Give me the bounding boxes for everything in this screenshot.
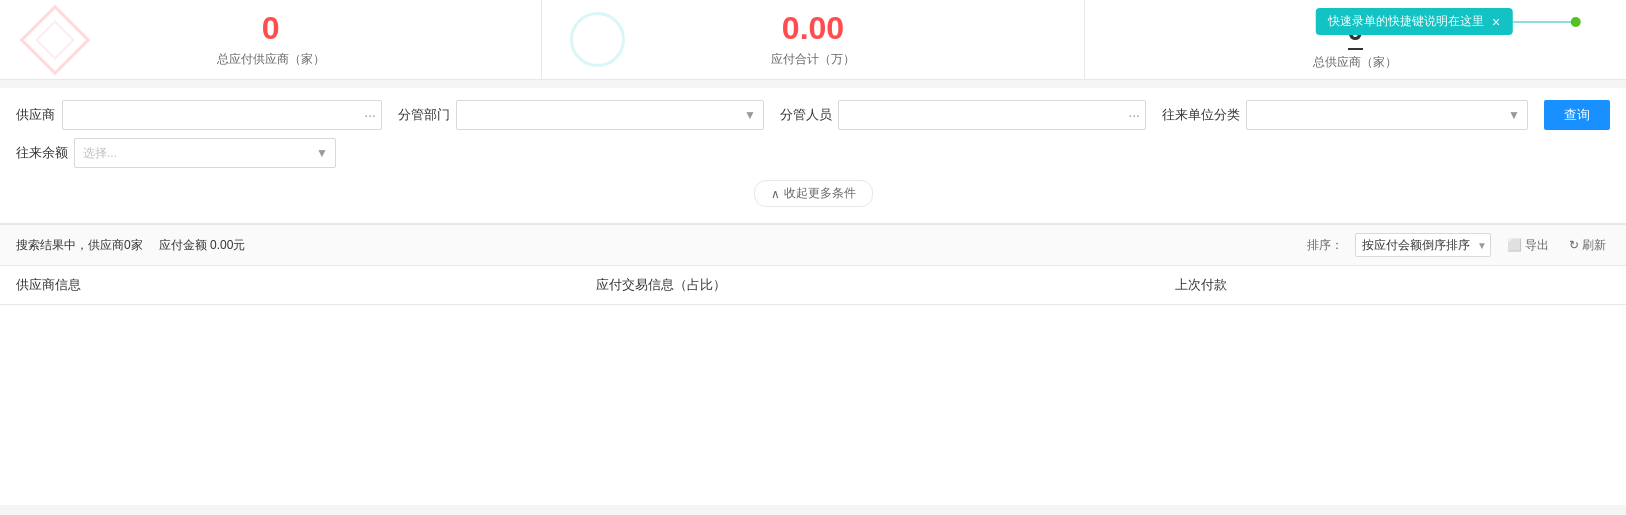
balance-label: 往来余额 <box>16 144 68 162</box>
table-body <box>0 305 1626 505</box>
balance-select-wrap: 选择... ▼ <box>74 138 336 168</box>
col-header-last-payment: 上次付款 <box>1175 276 1610 294</box>
export-icon: ⬜ <box>1507 238 1522 252</box>
dept-select[interactable] <box>456 100 764 130</box>
collapse-label: 收起更多条件 <box>784 185 856 202</box>
results-info-1: 搜索结果中，供应商0家 <box>16 237 143 254</box>
collapse-button[interactable]: ∧ 收起更多条件 <box>754 180 873 207</box>
balance-field: 往来余额 选择... ▼ <box>16 138 336 168</box>
search-row-1: 供应商 ··· 分管部门 ▼ 分管人员 ··· <box>16 100 1610 130</box>
supplier-input[interactable] <box>62 100 382 130</box>
refresh-button[interactable]: ↻ 刷新 <box>1565 235 1610 256</box>
unit-select[interactable] <box>1246 100 1528 130</box>
sort-select[interactable]: 按应付会额倒序排序 <box>1355 233 1491 257</box>
person-ellipsis-btn[interactable]: ··· <box>1128 107 1140 123</box>
stats-bar: 0 总应付供应商（家） 0.00 应付合计（万） 快速录单的快捷键说明在这里 ×… <box>0 0 1626 80</box>
search-row-2: 往来余额 选择... ▼ <box>16 138 336 168</box>
balance-select[interactable]: 选择... <box>74 138 336 168</box>
stat-payable-total: 0.00 应付合计（万） <box>542 0 1084 79</box>
collapse-icon: ∧ <box>771 187 780 201</box>
results-info: 搜索结果中，供应商0家 应付金额 0.00元 <box>16 237 245 254</box>
refresh-label: 刷新 <box>1582 237 1606 254</box>
refresh-icon: ↻ <box>1569 238 1579 252</box>
supplier-payable-label: 总应付供应商（家） <box>217 51 325 68</box>
sort-label: 排序： <box>1307 237 1343 254</box>
export-button[interactable]: ⬜ 导出 <box>1503 235 1553 256</box>
supplier-ellipsis-btn[interactable]: ··· <box>364 107 376 123</box>
tooltip-dot <box>1570 17 1580 27</box>
circle-decoration <box>570 12 625 67</box>
search-area: 供应商 ··· 分管部门 ▼ 分管人员 ··· <box>0 88 1626 224</box>
table-header: 供应商信息 应付交易信息（占比） 上次付款 <box>0 266 1626 305</box>
person-label: 分管人员 <box>780 106 832 124</box>
table-container: 供应商信息 应付交易信息（占比） 上次付款 <box>0 266 1626 505</box>
person-input[interactable] <box>838 100 1146 130</box>
tooltip-text: 快速录单的快捷键说明在这里 <box>1328 13 1484 30</box>
stat-supplier-payable: 0 总应付供应商（家） <box>0 0 542 79</box>
unit-label: 往来单位分类 <box>1162 106 1240 124</box>
sort-wrap: 按应付会额倒序排序 ▼ <box>1355 233 1491 257</box>
query-button[interactable]: 查询 <box>1544 100 1610 130</box>
person-input-wrap: ··· <box>838 100 1146 130</box>
stat-total-suppliers: 快速录单的快捷键说明在这里 × 0 总供应商（家） <box>1085 0 1626 79</box>
shortcut-tooltip[interactable]: 快速录单的快捷键说明在这里 × <box>1316 8 1512 35</box>
person-field: 分管人员 ··· <box>780 100 1146 130</box>
unit-field: 往来单位分类 ▼ <box>1162 100 1528 130</box>
dept-field: 分管部门 ▼ <box>398 100 764 130</box>
diamond-decoration <box>20 5 91 76</box>
col-header-supplier: 供应商信息 <box>16 276 596 294</box>
export-label: 导出 <box>1525 237 1549 254</box>
collapse-row: ∧ 收起更多条件 <box>16 176 1610 215</box>
dept-select-wrap: ▼ <box>456 100 764 130</box>
tooltip-close-btn[interactable]: × <box>1492 15 1500 29</box>
unit-select-wrap: ▼ <box>1246 100 1528 130</box>
supplier-field: 供应商 ··· <box>16 100 382 130</box>
payable-total-number: 0.00 <box>782 11 844 46</box>
col-header-transaction: 应付交易信息（占比） <box>596 276 1176 294</box>
payable-total-label: 应付合计（万） <box>771 51 855 68</box>
supplier-payable-number: 0 <box>262 11 280 46</box>
dept-label: 分管部门 <box>398 106 450 124</box>
results-actions: 排序： 按应付会额倒序排序 ▼ ⬜ 导出 ↻ 刷新 <box>1307 233 1610 257</box>
results-bar: 搜索结果中，供应商0家 应付金额 0.00元 排序： 按应付会额倒序排序 ▼ ⬜… <box>0 224 1626 266</box>
results-info-2: 应付金额 0.00元 <box>159 237 246 254</box>
supplier-label: 供应商 <box>16 106 56 124</box>
supplier-input-wrap: ··· <box>62 100 382 130</box>
total-suppliers-label: 总供应商（家） <box>1313 54 1397 71</box>
